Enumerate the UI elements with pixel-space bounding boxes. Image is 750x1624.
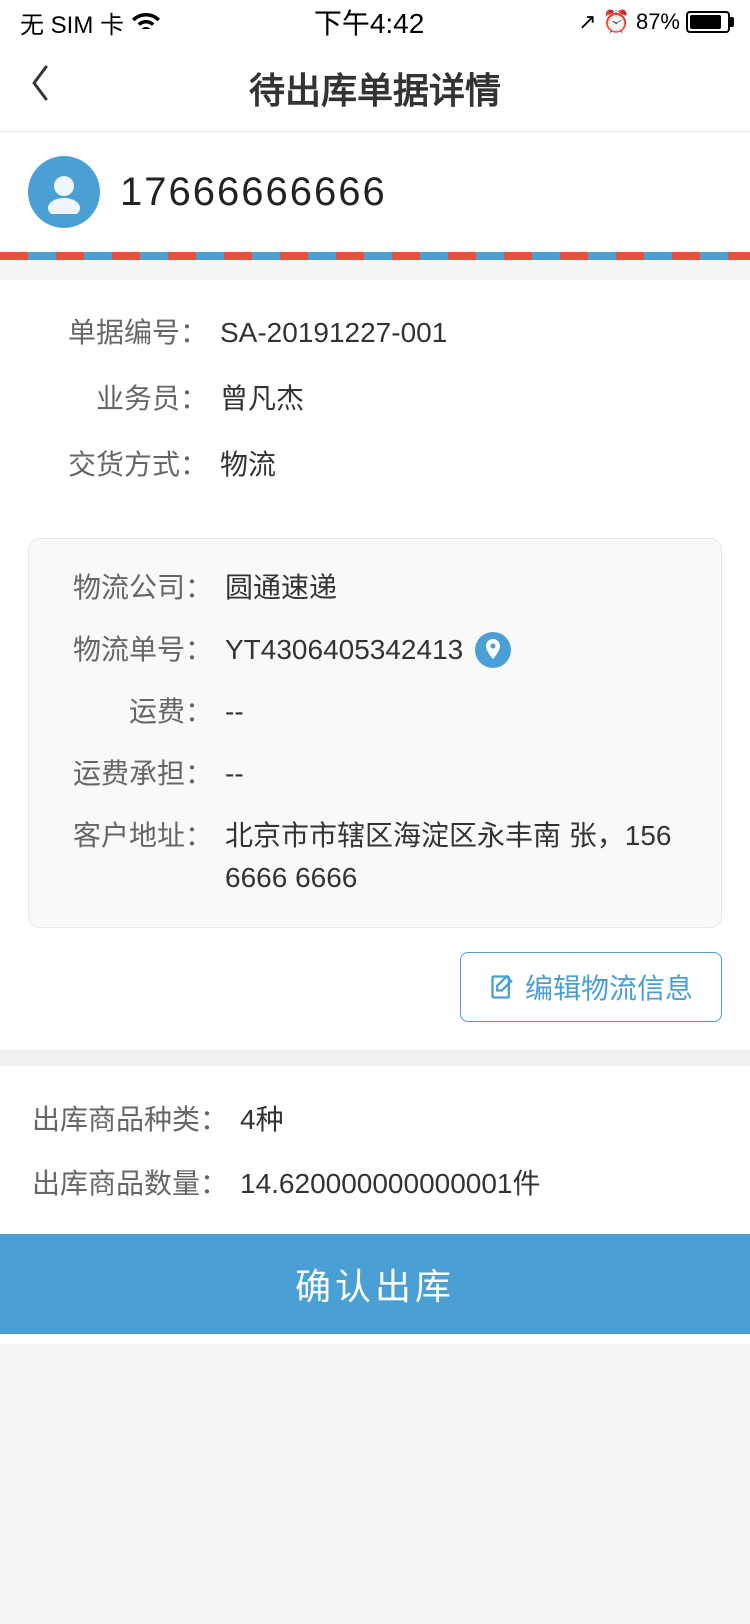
tracking-value: YT4306405342413: [225, 629, 697, 671]
goods-types-row: 出库商品种类： 4种: [28, 1098, 722, 1138]
document-info-section: 单据编号： SA-20191227-001 业务员： 曾凡杰 交货方式： 物流: [0, 280, 750, 518]
company-value: 圆通速递: [225, 567, 697, 609]
goods-quantity-row: 出库商品数量： 14.620000000000001件: [28, 1162, 722, 1202]
tracking-number: YT4306405342413: [225, 629, 463, 671]
alarm-icon: ⏰: [603, 9, 630, 35]
battery-icon: [686, 11, 730, 33]
address-row: 客户地址： 北京市市辖区海淀区永丰南 张，156 6666 6666: [53, 815, 697, 899]
address-value: 北京市市辖区海淀区永丰南 张，156 6666 6666: [225, 815, 697, 899]
edit-logistics-container: 编辑物流信息: [0, 928, 750, 1050]
delivery-method-label: 交货方式：: [28, 444, 208, 486]
battery-percent: 87%: [636, 9, 680, 35]
nav-bar: 待出库单据详情: [0, 44, 750, 132]
delivery-method-row: 交货方式： 物流: [28, 444, 722, 486]
freight-bearer-value: --: [225, 753, 697, 795]
doc-number-value: SA-20191227-001: [220, 312, 722, 354]
edit-icon: [489, 973, 517, 1001]
address-label: 客户地址：: [53, 815, 213, 857]
freight-label: 运费：: [53, 691, 213, 733]
company-label: 物流公司：: [53, 567, 213, 609]
goods-types-value: 4种: [240, 1098, 284, 1138]
map-pin-icon[interactable]: [475, 632, 511, 668]
salesperson-value: 曾凡杰: [220, 378, 722, 420]
goods-quantity-label: 出库商品数量：: [28, 1162, 228, 1202]
status-right: ↗ ⏰ 87%: [578, 9, 730, 35]
doc-number-row: 单据编号： SA-20191227-001: [28, 312, 722, 354]
section-divider: [0, 1050, 750, 1066]
salesperson-row: 业务员： 曾凡杰: [28, 378, 722, 420]
goods-section: 出库商品种类： 4种 出库商品数量： 14.620000000000001件: [0, 1066, 750, 1230]
edit-logistics-label: 编辑物流信息: [525, 967, 693, 1007]
freight-value: --: [225, 691, 697, 733]
delivery-method-value: 物流: [220, 444, 722, 486]
wifi-icon: [132, 8, 160, 36]
logistics-card: 物流公司： 圆通速递 物流单号： YT4306405342413 运费： --: [28, 538, 722, 928]
freight-bearer-label: 运费承担：: [53, 753, 213, 795]
goods-quantity-value: 14.620000000000001件: [240, 1162, 541, 1202]
back-button[interactable]: [28, 63, 52, 112]
goods-types-label: 出库商品种类：: [28, 1098, 228, 1138]
dashed-divider: [0, 252, 750, 260]
tracking-label: 物流单号：: [53, 629, 213, 671]
status-left: 无 SIM 卡: [20, 5, 160, 40]
company-row: 物流公司： 圆通速递: [53, 567, 697, 609]
customer-phone: 17666666666: [120, 170, 387, 215]
avatar: [28, 156, 100, 228]
tracking-row: 物流单号： YT4306405342413: [53, 629, 697, 671]
carrier-label: 无 SIM 卡: [20, 5, 124, 40]
location-status-icon: ↗: [578, 9, 596, 35]
freight-bearer-row: 运费承担： --: [53, 753, 697, 795]
bottom-spacer: [0, 1344, 750, 1524]
confirm-button[interactable]: 确认出库: [0, 1234, 750, 1334]
confirm-label: 确认出库: [295, 1258, 455, 1310]
salesperson-label: 业务员：: [28, 378, 208, 420]
freight-row: 运费： --: [53, 691, 697, 733]
status-time: 下午4:42: [314, 2, 425, 42]
edit-logistics-button[interactable]: 编辑物流信息: [460, 952, 722, 1022]
status-bar: 无 SIM 卡 下午4:42 ↗ ⏰ 87%: [0, 0, 750, 44]
customer-header: 17666666666: [0, 132, 750, 252]
page-title: 待出库单据详情: [249, 62, 501, 114]
doc-number-label: 单据编号：: [28, 312, 208, 354]
